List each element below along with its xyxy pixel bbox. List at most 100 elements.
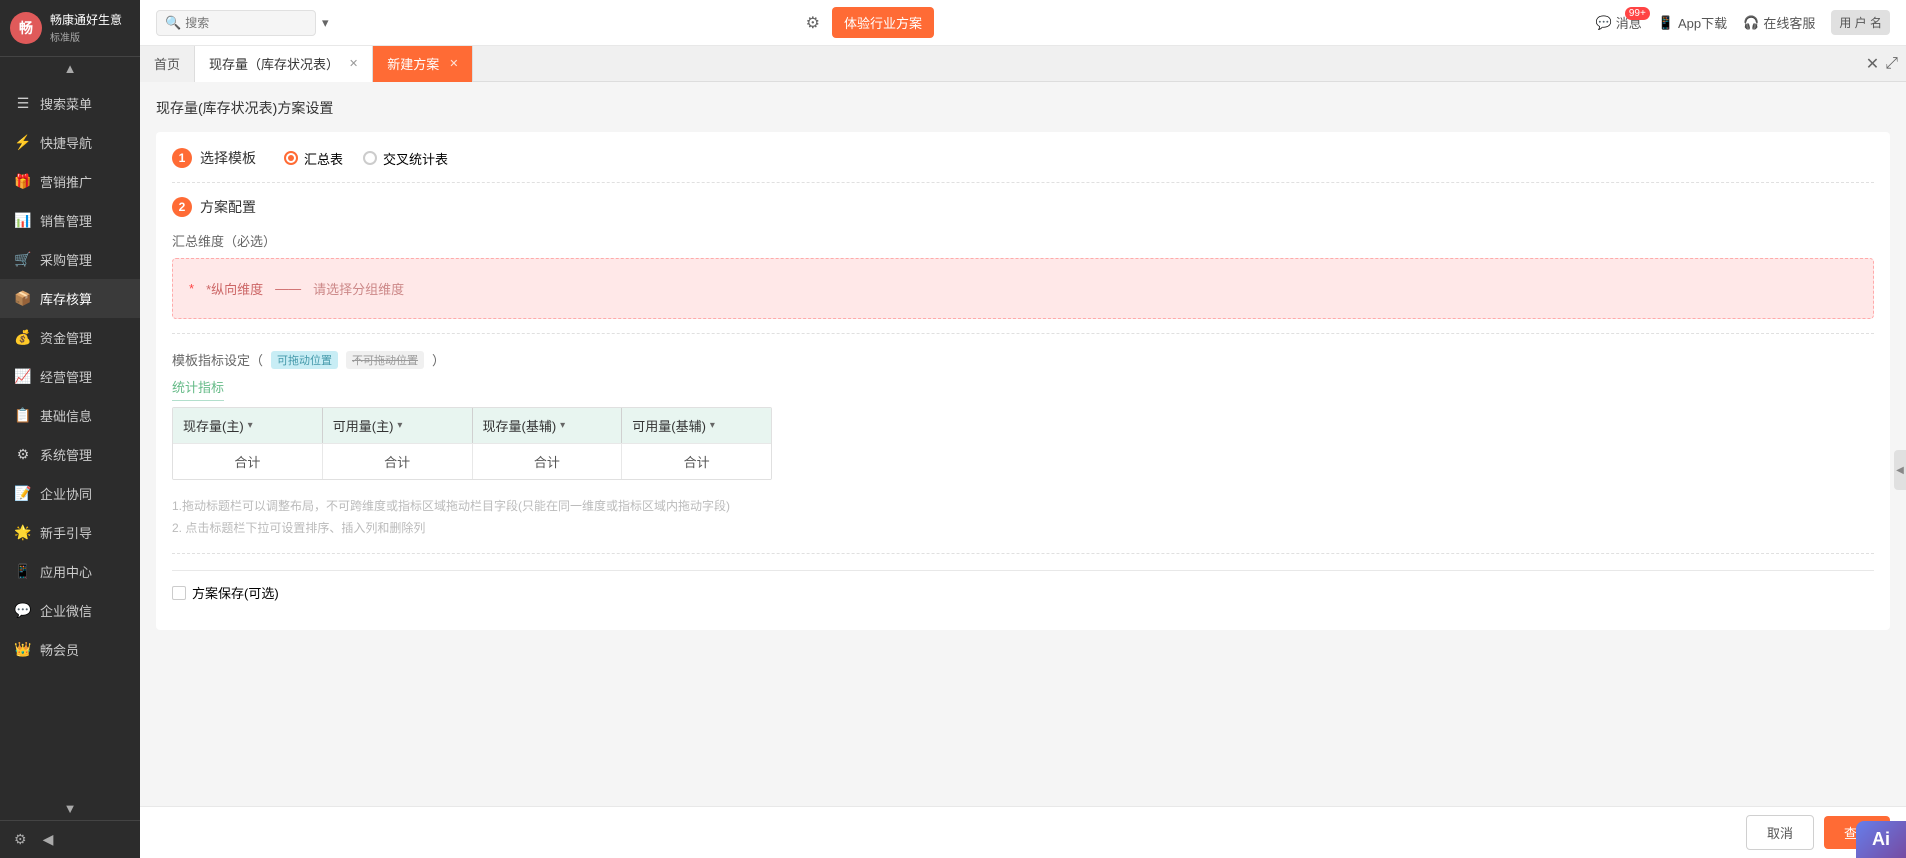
sidebar-footer: ⚙ ◀ xyxy=(0,820,140,858)
sidebar-item-label: 搜索菜单 xyxy=(40,94,92,113)
sidebar-item-corp[interactable]: 📝 企业协同 xyxy=(0,474,140,513)
sales-icon: 📊 xyxy=(14,212,32,230)
indicator-label-prefix: 模板指标设定（ xyxy=(172,350,263,369)
sidebar-item-label: 企业微信 xyxy=(40,601,92,620)
sidebar-item-quick-nav[interactable]: ⚡ 快捷导航 xyxy=(0,123,140,162)
settings-icon[interactable]: ⚙ xyxy=(14,831,27,848)
sidebar-item-marketing[interactable]: 🎁 营销推广 xyxy=(0,162,140,201)
radio-cross[interactable]: 交叉统计表 xyxy=(363,149,448,168)
search-icon: 🔍 xyxy=(165,15,181,31)
app-download-button[interactable]: 📱 App下载 xyxy=(1658,13,1727,32)
save-plan-row: 方案保存(可选) xyxy=(172,570,1874,614)
app-title: 畅康通好生意 xyxy=(50,12,122,29)
cancel-button[interactable]: 取消 xyxy=(1746,815,1814,850)
side-expand-handle[interactable]: ◀ xyxy=(1894,450,1906,490)
search-box[interactable]: 🔍 xyxy=(156,10,316,36)
sidebar-item-purchase[interactable]: 🛒 采购管理 xyxy=(0,240,140,279)
search-input[interactable] xyxy=(185,16,285,30)
indicator-settings: 模板指标设定（ 可拖动位置 不可拖动位置 ） 统计指标 现存量(主) ▾ xyxy=(172,350,1874,480)
window-controls: ✕ ⤢ xyxy=(1866,54,1906,74)
ai-badge[interactable]: Ai xyxy=(1856,821,1906,858)
step2-label: 方案配置 xyxy=(200,197,256,217)
tab-new-plan-label: 新建方案 xyxy=(387,54,439,73)
message-icon: 💬 xyxy=(1596,15,1612,31)
sidebar-item-label: 采购管理 xyxy=(40,250,92,269)
sidebar-logo: 畅 xyxy=(10,12,42,44)
tab-inventory-close[interactable]: ✕ xyxy=(349,57,358,70)
vertical-dim-label: *纵向维度 xyxy=(206,279,263,298)
sidebar-item-label: 应用中心 xyxy=(40,562,92,581)
main-area: 🔍 ▾ ⚙ 体验行业方案 💬 消息 99+ 📱 App下载 🎧 在线客服 用 户… xyxy=(140,0,1906,858)
drag-badge: 可拖动位置 xyxy=(271,351,338,369)
topbar-gear-icon[interactable]: ⚙ xyxy=(806,13,820,33)
quick-nav-icon: ⚡ xyxy=(14,134,32,152)
radio-summary[interactable]: 汇总表 xyxy=(284,149,343,168)
tab-new-plan[interactable]: 新建方案 ✕ xyxy=(373,46,473,82)
ops-icon: 📈 xyxy=(14,368,32,386)
sidebar-item-label: 新手引导 xyxy=(40,523,92,542)
sidebar: 畅 畅康通好生意 标准版 ▲ ☰ 搜索菜单 ⚡ 快捷导航 🎁 营销推广 📊 销售… xyxy=(0,0,140,858)
sidebar-item-search[interactable]: ☰ 搜索菜单 xyxy=(0,84,140,123)
sidebar-header: 畅 畅康通好生意 标准版 xyxy=(0,0,140,57)
stats-col-cell-1: 合计 xyxy=(323,444,473,479)
sidebar-item-appstore[interactable]: 📱 应用中心 xyxy=(0,552,140,591)
tabs-bar: 首页 现存量（库存状况表） ✕ 新建方案 ✕ ✕ ⤢ xyxy=(140,46,1906,82)
no-drag-badge: 不可拖动位置 xyxy=(346,351,424,369)
expand-window-button[interactable]: ⤢ xyxy=(1885,55,1898,73)
sidebar-item-label: 快捷导航 xyxy=(40,133,92,152)
stats-col-header-0[interactable]: 现存量(主) ▾ xyxy=(173,408,323,443)
tab-inventory-status[interactable]: 现存量（库存状况表） ✕ xyxy=(195,46,373,82)
sidebar-nav: ☰ 搜索菜单 ⚡ 快捷导航 🎁 营销推广 📊 销售管理 🛒 采购管理 📦 库存核… xyxy=(0,80,140,797)
wechat-icon: 💬 xyxy=(14,602,32,620)
stats-col-header-1[interactable]: 可用量(主) ▾ xyxy=(323,408,473,443)
collapse-icon[interactable]: ◀ xyxy=(43,831,54,848)
step1-label: 选择模板 xyxy=(200,148,256,168)
step1-num: 1 xyxy=(172,148,192,168)
stats-col-header-3[interactable]: 可用量(基辅) ▾ xyxy=(622,408,771,443)
chevron-up-icon: ▲ xyxy=(64,61,77,76)
indicator-label-suffix: ） xyxy=(432,350,445,369)
sidebar-item-sales[interactable]: 📊 销售管理 xyxy=(0,201,140,240)
sidebar-item-finance[interactable]: 💰 资金管理 xyxy=(0,318,140,357)
industry-plan-button[interactable]: 体验行业方案 xyxy=(832,7,934,38)
stats-section: 统计指标 现存量(主) ▾ 可用量(主) ▾ xyxy=(172,377,1874,480)
sidebar-item-system[interactable]: ⚙ 系统管理 xyxy=(0,435,140,474)
online-service-button[interactable]: 🎧 在线客服 xyxy=(1743,13,1815,32)
sidebar-scroll-up[interactable]: ▲ xyxy=(0,57,140,80)
base-icon: 📋 xyxy=(14,407,32,425)
close-window-button[interactable]: ✕ xyxy=(1866,54,1879,74)
messages-button[interactable]: 💬 消息 99+ xyxy=(1596,13,1642,32)
stats-table-header: 现存量(主) ▾ 可用量(主) ▾ 现存量(基辅) ▾ xyxy=(173,408,771,443)
sidebar-item-inventory[interactable]: 📦 库存核算 xyxy=(0,279,140,318)
sidebar-item-wechat[interactable]: 💬 企业微信 xyxy=(0,591,140,630)
user-profile[interactable]: 用 户 名 xyxy=(1831,10,1890,35)
radio-summary-label: 汇总表 xyxy=(304,149,343,168)
sidebar-item-base[interactable]: 📋 基础信息 xyxy=(0,396,140,435)
col-label-3: 可用量(基辅) xyxy=(632,416,706,435)
stats-table: 现存量(主) ▾ 可用量(主) ▾ 现存量(基辅) ▾ xyxy=(172,407,772,480)
sidebar-item-guide[interactable]: 🌟 新手引导 xyxy=(0,513,140,552)
tips-item-2: 2. 点击标题栏下拉可设置排序、插入列和删除列 xyxy=(172,518,1874,540)
stats-col-header-2[interactable]: 现存量(基辅) ▾ xyxy=(473,408,623,443)
sidebar-item-ops[interactable]: 📈 经营管理 xyxy=(0,357,140,396)
save-plan-checkbox[interactable]: 方案保存(可选) xyxy=(172,583,279,602)
chevron-down-icon-0: ▾ xyxy=(248,420,253,431)
topbar: 🔍 ▾ ⚙ 体验行业方案 💬 消息 99+ 📱 App下载 🎧 在线客服 用 户… xyxy=(140,0,1906,46)
col-label-1: 可用量(主) xyxy=(333,416,394,435)
appstore-icon: 📱 xyxy=(14,563,32,581)
divider-2 xyxy=(172,333,1874,334)
sidebar-item-label: 营销推广 xyxy=(40,172,92,191)
sidebar-item-member[interactable]: 👑 畅会员 xyxy=(0,630,140,669)
dimension-selector[interactable]: * *纵向维度 —— 请选择分组维度 xyxy=(172,258,1874,319)
sidebar-item-label: 销售管理 xyxy=(40,211,92,230)
step2-num: 2 xyxy=(172,197,192,217)
step1-header: 1 选择模板 汇总表 交叉统计表 xyxy=(172,148,1874,168)
dropdown-icon[interactable]: ▾ xyxy=(322,15,329,31)
tab-new-plan-close[interactable]: ✕ xyxy=(449,57,458,70)
required-star: * xyxy=(189,281,194,296)
tab-home[interactable]: 首页 xyxy=(140,46,195,82)
dimension-separator: —— xyxy=(275,281,301,296)
sidebar-scroll-down[interactable]: ▼ xyxy=(0,797,140,820)
stats-col-cell-3: 合计 xyxy=(622,444,771,479)
sidebar-item-label: 经营管理 xyxy=(40,367,92,386)
